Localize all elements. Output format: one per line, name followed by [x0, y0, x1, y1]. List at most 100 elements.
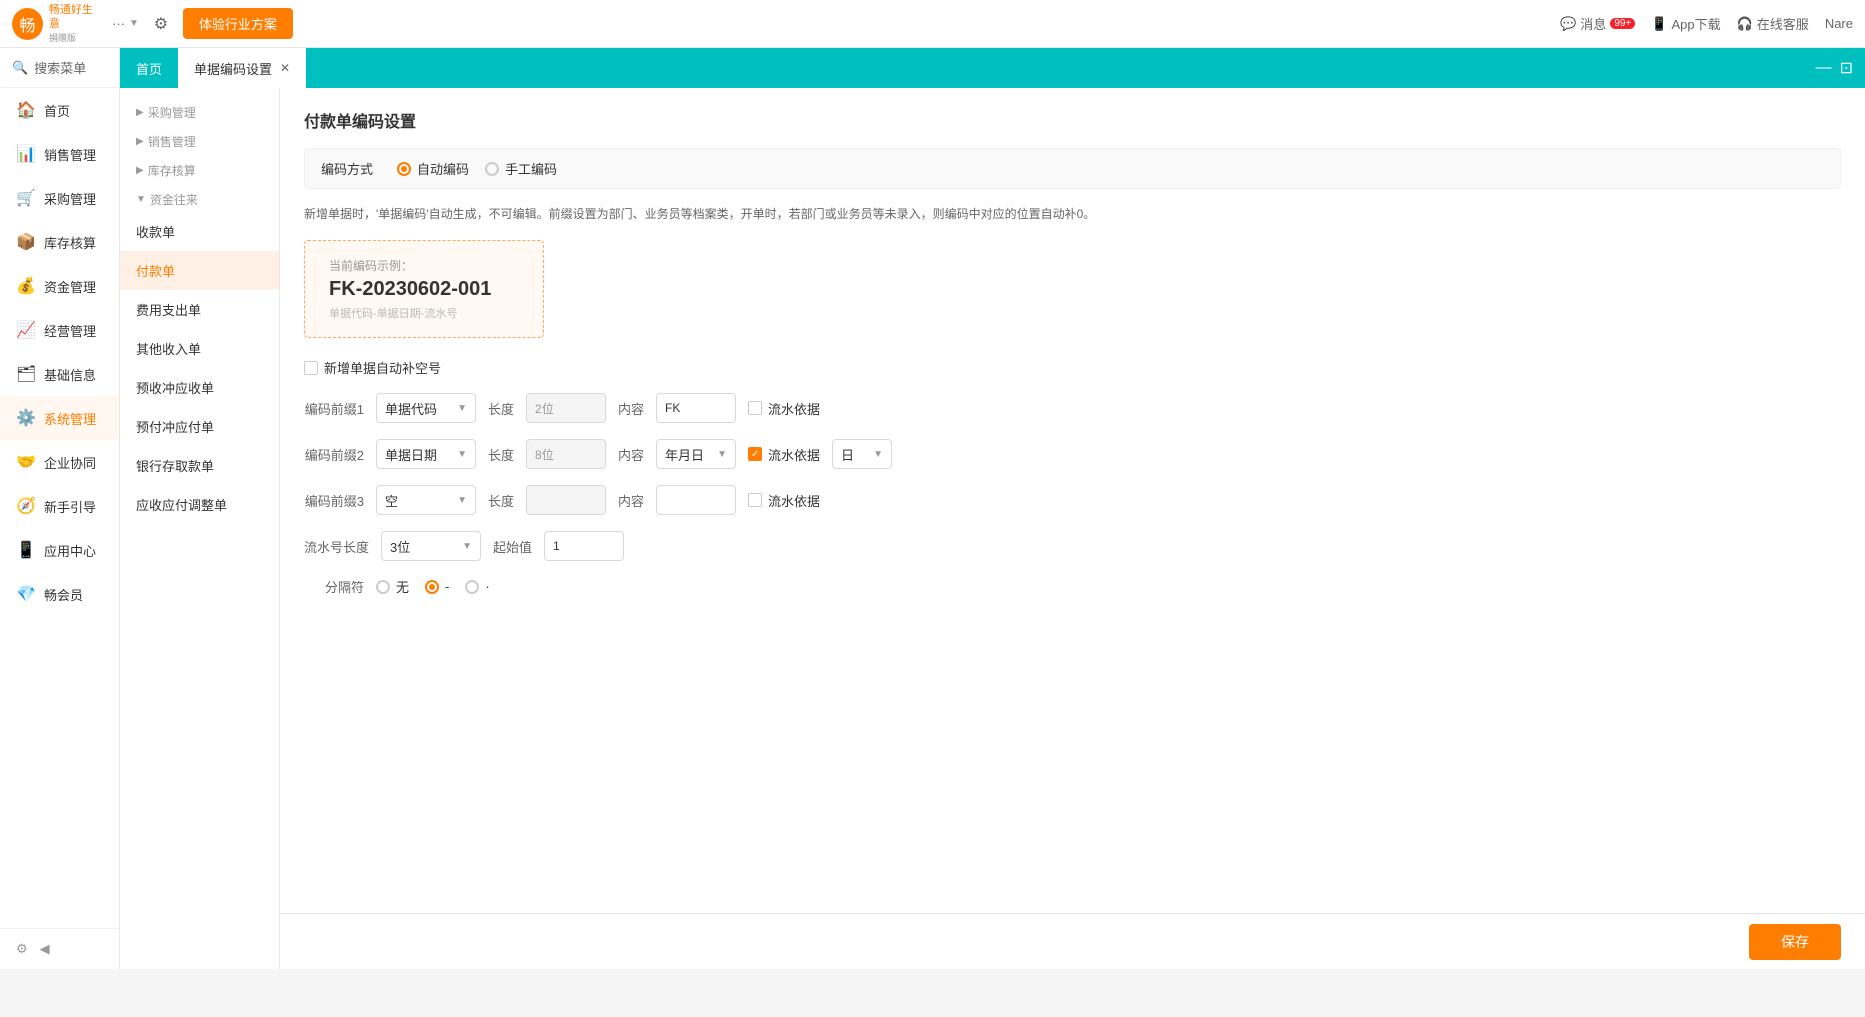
logo-badge: 捐赠版 [49, 31, 102, 44]
manual-code-radio[interactable]: 手工编码 [485, 159, 557, 178]
chevron-down-icon: ▼ [129, 18, 139, 29]
sep-dot-label: · [485, 579, 489, 594]
sidebar-item-finance[interactable]: 💰 资金管理 [0, 264, 119, 308]
separator-row: 分隔符 无 - · [304, 577, 1841, 596]
message-label: 消息 [1580, 14, 1606, 33]
prefix2-serial-checkbox[interactable]: ✓ 流水依据 [748, 445, 820, 464]
sidebar-item-inventory[interactable]: 📦 库存核算 [0, 220, 119, 264]
basic-icon: 🗂 [16, 364, 36, 384]
start-value-input[interactable] [544, 531, 624, 561]
code-preview-sublabel: 单据代码-单据日期-流水号 [329, 305, 519, 321]
sub-menu-item-adjustment[interactable]: 应收应付调整单 [120, 485, 279, 524]
sep-dot-radio[interactable]: · [465, 579, 489, 594]
prefix2-length-input [526, 439, 606, 469]
message-button[interactable]: 💬 消息 99+ [1560, 14, 1635, 33]
sidebar-item-home[interactable]: 🏠 首页 [0, 88, 119, 132]
prefix2-content-dropdown-icon: ▼ [717, 449, 727, 460]
serial-length-select[interactable]: 3位 ▼ [381, 531, 481, 561]
sub-menu-other-income-label: 其他收入单 [136, 339, 201, 358]
sub-menu-advance-receivable-label: 预收冲应收单 [136, 378, 214, 397]
tab-code-settings-label: 单据编码设置 [194, 59, 272, 78]
logo-text-block: 畅通好生意 捐赠版 [49, 3, 102, 45]
auto-code-radio-circle [397, 162, 411, 176]
tab-bar: 首页 单据编码设置 ✕ — ⊡ [120, 48, 1865, 88]
prefix1-serial-checkbox[interactable]: 流水依据 [748, 399, 820, 418]
prefix2-unit-select[interactable]: 日 ▼ [832, 439, 892, 469]
prefix2-serial-checkbox-checked[interactable]: ✓ [748, 447, 762, 461]
prefix3-content-input[interactable] [656, 485, 736, 515]
sidebar-search-label: 搜索菜单 [34, 58, 86, 77]
sidebar-item-member[interactable]: 💎 畅会员 [0, 572, 119, 616]
auto-fill-label: 新增单据自动补空号 [324, 358, 441, 377]
prefix3-serial-checkbox[interactable]: 流水依据 [748, 491, 820, 510]
settings-button[interactable]: ⚙ [147, 10, 175, 38]
prefix1-content-input[interactable] [656, 393, 736, 423]
prefix1-select[interactable]: 单据代码 ▼ [376, 393, 476, 423]
serial-length-label: 流水号长度 [304, 537, 369, 556]
purchase-icon: 🛒 [16, 188, 36, 208]
prefix2-select[interactable]: 单据日期 ▼ [376, 439, 476, 469]
prefix3-length-label: 长度 [488, 491, 514, 510]
prefix1-serial-checkbox-box[interactable] [748, 401, 762, 415]
tab-code-settings[interactable]: 单据编码设置 ✕ [178, 48, 306, 88]
trial-button[interactable]: 体验行业方案 [183, 8, 293, 39]
sub-menu-item-payment[interactable]: 付款单 [120, 251, 279, 290]
sub-menu-item-other-income[interactable]: 其他收入单 [120, 329, 279, 368]
app-download-label: App下载 [1671, 14, 1720, 33]
system-icon: ⚙️ [16, 408, 36, 428]
sub-menu-group-purchase[interactable]: ▶ 采购管理 [120, 96, 279, 125]
phone-icon: 📱 [1651, 16, 1667, 32]
prefix3-select[interactable]: 空 ▼ [376, 485, 476, 515]
sidebar-item-guide-label: 新手引导 [44, 497, 96, 516]
sub-menu-group-inventory[interactable]: ▶ 库存核算 [120, 154, 279, 183]
app-download-button[interactable]: 📱 App下载 [1651, 14, 1720, 33]
sidebar-item-home-label: 首页 [44, 101, 70, 120]
sidebar-item-apps[interactable]: 📱 应用中心 [0, 528, 119, 572]
sep-dash-radio[interactable]: - [425, 579, 449, 594]
sub-menu-item-advance-receivable[interactable]: 预收冲应收单 [120, 368, 279, 407]
prefix1-select-value: 单据代码 [385, 399, 437, 418]
tab-home[interactable]: 首页 [120, 48, 178, 88]
sub-menu-item-bank-deposit[interactable]: 银行存取款单 [120, 446, 279, 485]
tab-expand-icon[interactable]: ⊡ [1840, 58, 1853, 78]
sidebar-item-purchase[interactable]: 🛒 采购管理 [0, 176, 119, 220]
auto-code-label: 自动编码 [417, 159, 469, 178]
headset-icon: 🎧 [1737, 16, 1753, 32]
prefix3-serial-checkbox-box[interactable] [748, 493, 762, 507]
sidebar-search[interactable]: 🔍 搜索菜单 [0, 48, 119, 88]
online-service-button[interactable]: 🎧 在线客服 [1737, 14, 1809, 33]
sub-menu-group-finance[interactable]: ▼ 资金往来 [120, 183, 279, 212]
sidebar-item-system[interactable]: ⚙️ 系统管理 [0, 396, 119, 440]
page-title: 付款单编码设置 [304, 108, 1841, 132]
sidebar-item-operations[interactable]: 📈 经营管理 [0, 308, 119, 352]
sub-menu-adjustment-label: 应收应付调整单 [136, 495, 227, 514]
tab-minimize-icon[interactable]: — [1816, 59, 1832, 77]
sidebar-item-guide[interactable]: 🧭 新手引导 [0, 484, 119, 528]
sub-menu-group-sales[interactable]: ▶ 销售管理 [120, 125, 279, 154]
prefix1-content-label: 内容 [618, 399, 644, 418]
save-button[interactable]: 保存 [1749, 924, 1841, 960]
user-name[interactable]: Nare [1825, 16, 1853, 31]
tab-close-icon[interactable]: ✕ [280, 61, 290, 75]
sidebar-footer: ⚙ ◀ [0, 928, 119, 969]
sub-menu-item-receipt[interactable]: 收款单 [120, 212, 279, 251]
auto-code-radio[interactable]: 自动编码 [397, 159, 469, 178]
prefix1-length-input [526, 393, 606, 423]
sub-menu-item-advance-payable[interactable]: 预付冲应付单 [120, 407, 279, 446]
sub-menu-purchase-label: 采购管理 [148, 104, 196, 121]
sidebar-collapse-icon[interactable]: ◀ [40, 941, 50, 957]
sub-menu-item-expense[interactable]: 费用支出单 [120, 290, 279, 329]
sidebar-item-enterprise[interactable]: 🤝 企业协同 [0, 440, 119, 484]
sidebar-settings-icon[interactable]: ⚙ [16, 941, 28, 957]
sidebar-item-basic[interactable]: 🗂 基础信息 [0, 352, 119, 396]
sep-none-radio[interactable]: 无 [376, 577, 409, 596]
logo-icon: 畅 [12, 8, 43, 40]
serial-row: 流水号长度 3位 ▼ 起始值 [304, 531, 1841, 561]
nav-dropdown[interactable]: ··· ▼ [112, 16, 139, 31]
sidebar-item-sales[interactable]: 📊 销售管理 [0, 132, 119, 176]
prefix1-row: 编码前缀1 单据代码 ▼ 长度 内容 流水依据 [304, 393, 1841, 423]
prefix2-content-select[interactable]: 年月日 ▼ [656, 439, 736, 469]
sub-menu-sales-label: 销售管理 [148, 133, 196, 150]
auto-fill-checkbox[interactable] [304, 361, 318, 375]
online-service-label: 在线客服 [1757, 14, 1809, 33]
